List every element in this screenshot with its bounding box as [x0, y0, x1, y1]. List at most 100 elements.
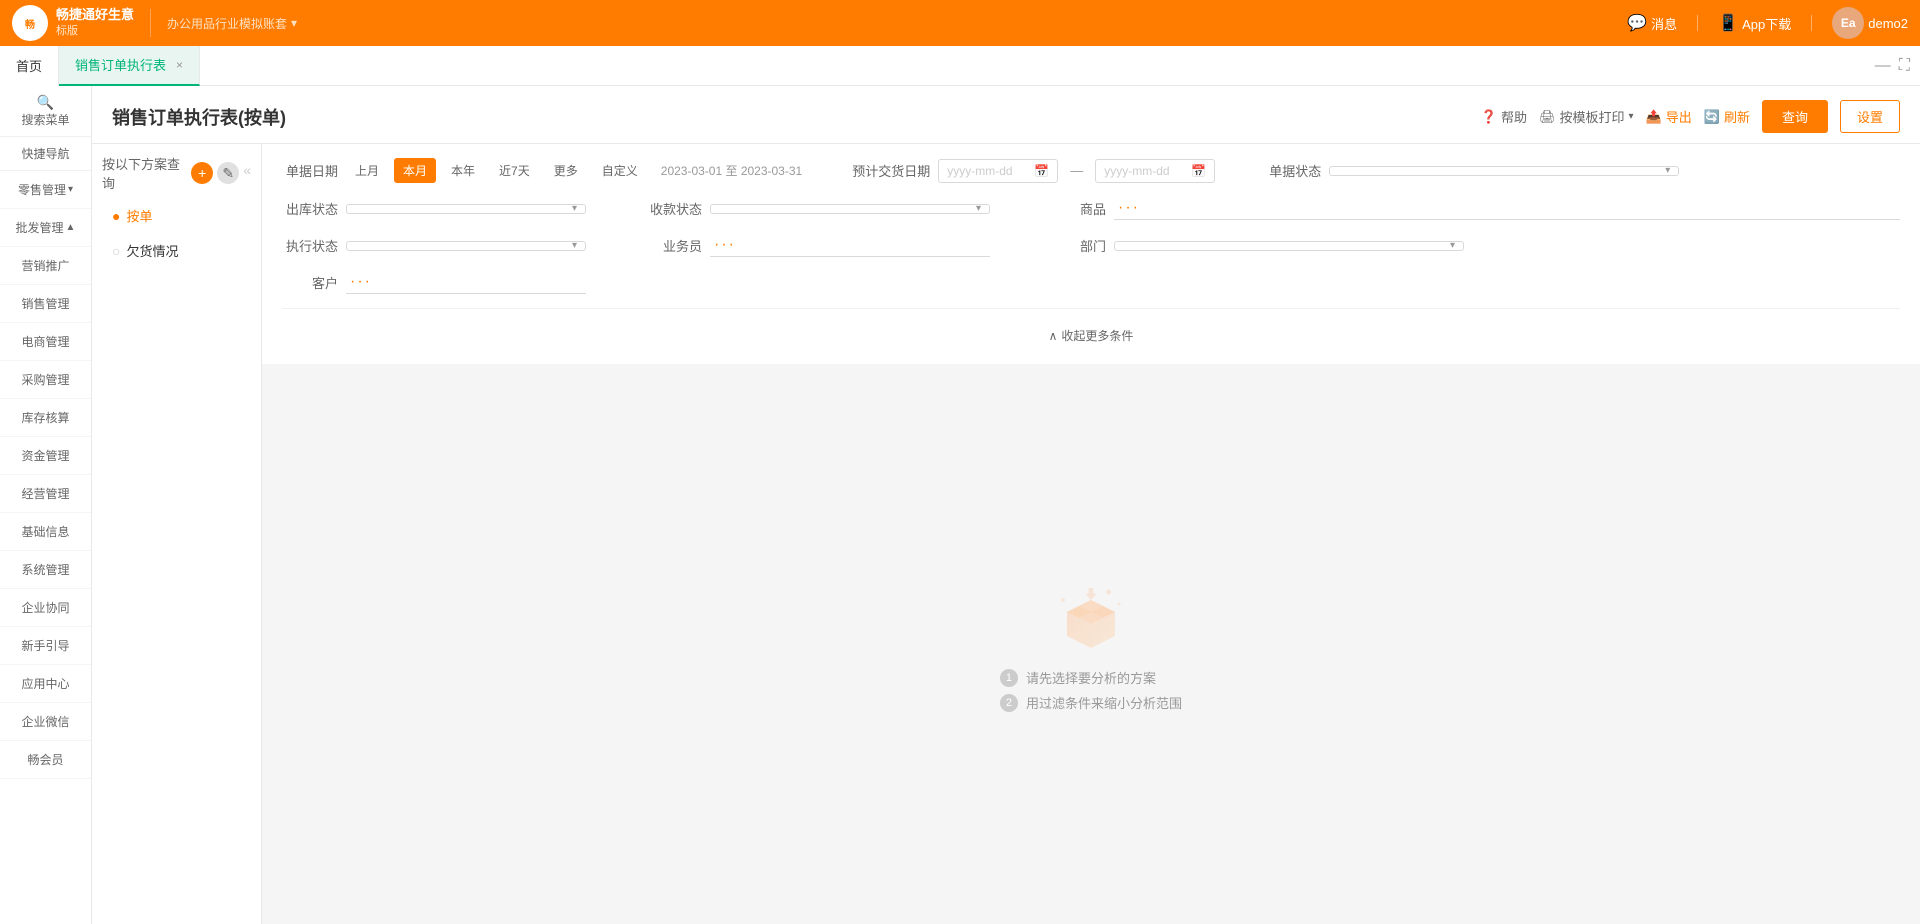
panel-item-active-icon: ● — [112, 208, 120, 224]
tab-close-icon[interactable]: × — [176, 58, 183, 72]
panel-add-button[interactable]: + — [191, 162, 213, 184]
top-header: 畅 畅捷通好生意 标版 办公用品行业模拟账套 ▾ 💬 消息 📱 App下载 — [0, 0, 1920, 46]
empty-state: 1 请先选择要分析的方案 2 用过滤条件来缩小分析范围 — [1000, 576, 1182, 712]
page-title: 销售订单执行表(按单) — [112, 104, 286, 130]
goods-dots-icon[interactable]: ··· — [1118, 199, 1140, 217]
tip-text-1: 请先选择要分析的方案 — [1026, 668, 1156, 687]
tab-minimize-icon[interactable]: — — [1875, 57, 1891, 75]
user-action[interactable]: Ea demo2 — [1832, 7, 1908, 39]
breadcrumb[interactable]: 办公用品行业模拟账套 ▾ — [167, 15, 297, 32]
payment-select[interactable]: ▾ — [710, 204, 990, 214]
salesperson-input-area: ··· — [710, 234, 990, 257]
customer-field: 客户 ··· — [282, 271, 586, 294]
salesperson-label: 业务员 — [646, 236, 702, 255]
refresh-icon: 🔄 — [1704, 109, 1720, 125]
panel-item-order[interactable]: ● 按单 — [92, 198, 261, 233]
sidebar-item-ecommerce[interactable]: 电商管理 — [0, 323, 91, 361]
header-right: 💬 消息 📱 App下载 Ea demo2 — [1627, 7, 1908, 39]
sidebar-search-label: 搜索菜单 — [8, 111, 83, 128]
date-btn-this-year[interactable]: 本年 — [442, 158, 484, 183]
sidebar-item-inventory[interactable]: 库存核算 — [0, 399, 91, 437]
date-to-input[interactable]: yyyy-mm-dd 📅 — [1095, 159, 1215, 183]
panel-item-stock[interactable]: ○ 欠货情况 — [92, 233, 261, 268]
delivery-select[interactable]: ▾ — [346, 204, 586, 214]
empty-tips: 1 请先选择要分析的方案 2 用过滤条件来缩小分析范围 — [1000, 668, 1182, 712]
right-content: 单据日期 上月 本月 本年 近7天 更多 自定义 2023-03-01 至 20… — [262, 144, 1920, 924]
app-subtitle: 标版 — [56, 24, 134, 38]
refresh-label: 刷新 — [1724, 107, 1750, 126]
tab-controls: — ⛶ — [1875, 57, 1920, 75]
sidebar-item-wholesale[interactable]: 批发管理 ▲ — [0, 209, 91, 247]
calendar-from-icon: 📅 — [1034, 164, 1049, 178]
customer-input-area: ··· — [346, 271, 586, 294]
panel-header-row: 按以下方案查询 + ✎ « — [92, 144, 261, 198]
status-caret-icon: ▾ — [1665, 165, 1670, 176]
date-btn-7days[interactable]: 近7天 — [490, 158, 539, 183]
collapse-button[interactable]: ∧ 收起更多条件 — [1043, 321, 1140, 350]
department-select[interactable]: ▾ — [1114, 241, 1464, 251]
content-area: 销售订单执行表(按单) ❓ 帮助 🖨 按模板打印 ▾ 📤 导出 — [92, 86, 1920, 924]
sidebar-item-appcenter[interactable]: 应用中心 — [0, 665, 91, 703]
page-header: 销售订单执行表(按单) ❓ 帮助 🖨 按模板打印 ▾ 📤 导出 — [92, 86, 1920, 144]
sidebar-quick[interactable]: 快捷导航 — [0, 137, 91, 171]
main-area: 🔍 搜索菜单 快捷导航 零售管理 ▾ 批发管理 ▲ 营销推广 销售管理 电商管理 — [0, 86, 1920, 924]
tip-num-2: 2 — [1000, 694, 1018, 712]
delivery-field: 出库状态 ▾ — [282, 199, 586, 218]
user-name: demo2 — [1868, 16, 1908, 31]
sidebar-item-enterprise[interactable]: 企业协同 — [0, 589, 91, 627]
settings-button[interactable]: 设置 — [1840, 100, 1900, 133]
panel-collapse-button[interactable]: « — [243, 162, 251, 184]
empty-tip-2: 2 用过滤条件来缩小分析范围 — [1000, 693, 1182, 712]
query-button[interactable]: 查询 — [1762, 100, 1828, 133]
print-button[interactable]: 🖨 按模板打印 ▾ — [1539, 107, 1634, 126]
sidebar-item-marketing[interactable]: 营销推广 — [0, 247, 91, 285]
help-button[interactable]: ❓ 帮助 — [1481, 107, 1527, 126]
filter-row-4: 客户 ··· — [282, 271, 1900, 294]
sidebar-item-wechat[interactable]: 企业微信 — [0, 703, 91, 741]
date-btn-more[interactable]: 更多 — [545, 158, 587, 183]
execution-select[interactable]: ▾ — [346, 241, 586, 251]
sidebar-item-system[interactable]: 系统管理 — [0, 551, 91, 589]
export-button[interactable]: 📤 导出 — [1646, 107, 1692, 126]
sidebar-item-sales[interactable]: 销售管理 — [0, 285, 91, 323]
panel-edit-button[interactable]: ✎ — [217, 162, 239, 184]
sidebar-search[interactable]: 🔍 搜索菜单 — [0, 86, 91, 137]
date-btn-custom[interactable]: 自定义 — [593, 158, 647, 183]
sidebar-item-retail[interactable]: 零售管理 ▾ — [0, 171, 91, 209]
tab-maximize-icon[interactable]: ⛶ — [1899, 57, 1910, 75]
empty-tip-1: 1 请先选择要分析的方案 — [1000, 668, 1182, 687]
sidebar-item-guide[interactable]: 新手引导 — [0, 627, 91, 665]
panel-item-stock-icon: ○ — [112, 243, 120, 259]
logo-icon: 畅 — [12, 5, 48, 41]
header-left: 畅 畅捷通好生意 标版 办公用品行业模拟账套 ▾ — [12, 5, 297, 41]
calendar-to-icon: 📅 — [1191, 164, 1206, 178]
tab-home-label: 首页 — [16, 56, 42, 75]
header-divider — [1697, 15, 1698, 31]
date-from-input[interactable]: yyyy-mm-dd 📅 — [938, 159, 1058, 183]
customer-label: 客户 — [282, 273, 338, 292]
app-download-action[interactable]: 📱 App下载 — [1718, 13, 1791, 33]
page-actions: ❓ 帮助 🖨 按模板打印 ▾ 📤 导出 🔄 刷新 — [1481, 100, 1900, 133]
sidebar-item-purchase[interactable]: 采购管理 — [0, 361, 91, 399]
message-action[interactable]: 💬 消息 — [1627, 13, 1677, 33]
collapse-icon: ∧ — [1049, 329, 1058, 343]
customer-dots-icon[interactable]: ··· — [350, 273, 372, 291]
sidebar-item-finance[interactable]: 资金管理 — [0, 437, 91, 475]
tab-active[interactable]: 销售订单执行表 × — [59, 46, 200, 86]
tip-num-1: 1 — [1000, 669, 1018, 687]
salesperson-dots-icon[interactable]: ··· — [714, 236, 736, 254]
body-area: 按以下方案查询 + ✎ « ● 按单 ○ 欠货情况 — [92, 144, 1920, 924]
refresh-button[interactable]: 🔄 刷新 — [1704, 107, 1750, 126]
department-caret-icon: ▾ — [1450, 240, 1455, 251]
sidebar-item-member[interactable]: 畅会员 — [0, 741, 91, 779]
status-select[interactable]: ▾ — [1329, 166, 1679, 176]
department-label: 部门 — [1050, 236, 1106, 255]
print-icon: 🖨 — [1539, 109, 1556, 125]
date-to-placeholder: yyyy-mm-dd — [1104, 164, 1169, 178]
date-btn-this-month[interactable]: 本月 — [394, 158, 436, 183]
date-btn-last-month[interactable]: 上月 — [346, 158, 388, 183]
sidebar-item-operations[interactable]: 经营管理 — [0, 475, 91, 513]
date-separator: — — [1070, 163, 1083, 178]
sidebar-item-basic[interactable]: 基础信息 — [0, 513, 91, 551]
tab-home[interactable]: 首页 — [0, 46, 59, 86]
